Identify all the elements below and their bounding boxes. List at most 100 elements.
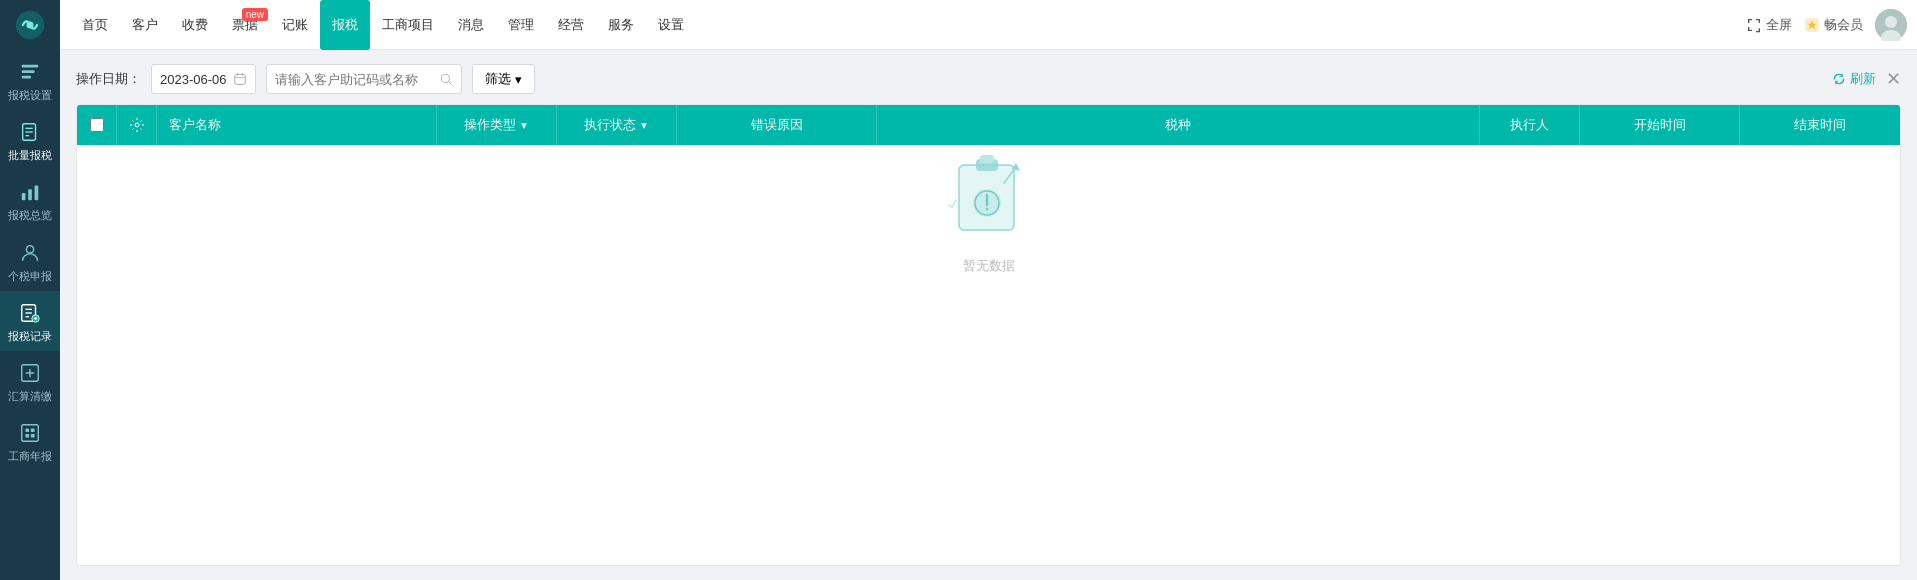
table-header: 客户名称 操作类型 ▼ 执行状态 ▼ 错误原因 税种 执行人	[77, 105, 1900, 145]
th-status[interactable]: 执行状态 ▼	[557, 105, 677, 145]
sidebar-item-piliang-baoshui[interactable]: 批量报税	[0, 110, 60, 170]
sidebar: 报税设置 批量报税 报税总览	[0, 0, 60, 580]
filter-button[interactable]: 筛选 ▾	[472, 64, 535, 94]
sidebar-logo	[0, 0, 60, 50]
sidebar-item-baoshui-jilu[interactable]: 报税记录	[0, 291, 60, 351]
svg-rect-2	[22, 65, 39, 68]
chevron-down-icon: ▾	[515, 72, 522, 87]
topnav: 首页 客户 收费 票据 new 记账 报税 工商项目 消息 管理 经营	[60, 0, 1917, 50]
nav-piaoju[interactable]: 票据 new	[220, 0, 270, 50]
close-button[interactable]: ✕	[1886, 70, 1901, 88]
settings-icon	[16, 58, 44, 86]
svg-line-35	[448, 82, 451, 85]
sidebar-item-baoshui-zonglan[interactable]: 报税总览	[0, 170, 60, 230]
sidebar-item-geshui-shenbao[interactable]: 个税申报	[0, 231, 60, 291]
status-filter-icon: ▼	[639, 120, 649, 131]
svg-line-47	[952, 200, 956, 207]
sidebar-item-label: 工商年报	[8, 450, 52, 463]
record-icon	[16, 299, 44, 327]
search-box	[266, 64, 462, 94]
svg-rect-10	[28, 190, 32, 201]
sidebar-item-label: 报税设置	[8, 89, 52, 102]
calendar-icon	[233, 72, 247, 86]
annual-report-icon	[16, 419, 44, 447]
empty-text: 暂无数据	[963, 257, 1015, 275]
toolbar-right: 刷新 ✕	[1832, 70, 1901, 88]
select-all-checkbox[interactable]	[90, 118, 104, 132]
th-settings[interactable]	[117, 105, 157, 145]
empty-state: 暂无数据	[77, 145, 1900, 275]
svg-rect-11	[35, 186, 39, 201]
nav-home[interactable]: 首页	[70, 0, 120, 50]
th-tax: 税种	[877, 105, 1480, 145]
settlement-icon	[16, 359, 44, 387]
nav-fuwu[interactable]: 服务	[596, 0, 646, 50]
table-wrapper: 客户名称 操作类型 ▼ 执行状态 ▼ 错误原因 税种 执行人	[76, 104, 1901, 566]
svg-rect-23	[31, 429, 35, 433]
main-area: 首页 客户 收费 票据 new 记账 报税 工商项目 消息 管理 经营	[60, 0, 1917, 580]
sidebar-item-label: 个税申报	[8, 270, 52, 283]
th-error: 错误原因	[677, 105, 877, 145]
svg-rect-30	[234, 74, 245, 84]
date-label: 操作日期：	[76, 70, 141, 88]
vip-icon	[1804, 17, 1820, 33]
nav-jizhan[interactable]: 记账	[270, 0, 320, 50]
svg-rect-24	[25, 434, 29, 438]
sidebar-item-gongshang-nianbao[interactable]: 工商年报	[0, 411, 60, 471]
svg-rect-9	[22, 193, 26, 200]
person-tax-icon	[16, 239, 44, 267]
nav-jingying[interactable]: 经营	[546, 0, 596, 50]
th-start-time: 开始时间	[1580, 105, 1740, 145]
page-main: 操作日期： 2023-06-06 筛选 ▾	[60, 50, 1917, 580]
toolbar: 操作日期： 2023-06-06 筛选 ▾	[76, 64, 1901, 94]
fullscreen-button[interactable]: 全屏	[1746, 16, 1792, 34]
refresh-icon	[1832, 72, 1846, 86]
svg-point-44	[985, 208, 988, 211]
user-avatar[interactable]	[1875, 9, 1907, 41]
sidebar-item-label: 报税总览	[8, 209, 52, 222]
sidebar-item-huisuan-qingfei[interactable]: 汇算清缴	[0, 351, 60, 411]
sidebar-item-label: 报税记录	[8, 330, 52, 343]
search-icon[interactable]	[439, 72, 453, 86]
date-picker[interactable]: 2023-06-06	[151, 64, 256, 94]
th-end-time: 结束时间	[1740, 105, 1900, 145]
svg-point-1	[26, 21, 33, 28]
empty-illustration	[944, 145, 1034, 245]
svg-point-36	[135, 123, 139, 127]
refresh-button[interactable]: 刷新	[1832, 70, 1876, 88]
th-name: 客户名称	[157, 105, 437, 145]
fullscreen-icon	[1746, 17, 1762, 33]
table-body: 暂无数据	[77, 145, 1900, 565]
svg-point-34	[441, 74, 449, 82]
overview-icon	[16, 178, 44, 206]
nav-customer[interactable]: 客户	[120, 0, 170, 50]
th-op-type[interactable]: 操作类型 ▼	[437, 105, 557, 145]
new-badge: new	[242, 8, 268, 21]
batch-tax-icon	[16, 118, 44, 146]
svg-point-12	[26, 245, 33, 252]
nav-shezhi[interactable]: 设置	[646, 0, 696, 50]
svg-rect-25	[31, 434, 35, 438]
svg-point-28	[1885, 16, 1897, 28]
vip-button[interactable]: 畅会员	[1804, 16, 1863, 34]
svg-line-48	[949, 205, 952, 207]
sidebar-item-baoshui-shezhi[interactable]: 报税设置	[0, 50, 60, 110]
sidebar-item-label: 汇算清缴	[8, 390, 52, 403]
nav-guanli[interactable]: 管理	[496, 0, 546, 50]
svg-rect-4	[22, 76, 31, 79]
column-settings-icon	[129, 117, 145, 133]
svg-rect-22	[25, 429, 29, 433]
nav-xiaoxi[interactable]: 消息	[446, 0, 496, 50]
topnav-right: 全屏 畅会员	[1746, 9, 1907, 41]
op-type-filter-icon: ▼	[519, 120, 529, 131]
sidebar-item-label: 批量报税	[8, 149, 52, 162]
nav-gongshang[interactable]: 工商项目	[370, 0, 446, 50]
th-executor: 执行人	[1480, 105, 1580, 145]
nav-baoshui[interactable]: 报税	[320, 0, 370, 50]
th-checkbox[interactable]	[77, 105, 117, 145]
svg-rect-40	[980, 155, 994, 163]
svg-rect-3	[22, 70, 35, 73]
svg-rect-21	[22, 425, 39, 442]
search-input[interactable]	[275, 72, 435, 87]
nav-shoufei[interactable]: 收费	[170, 0, 220, 50]
